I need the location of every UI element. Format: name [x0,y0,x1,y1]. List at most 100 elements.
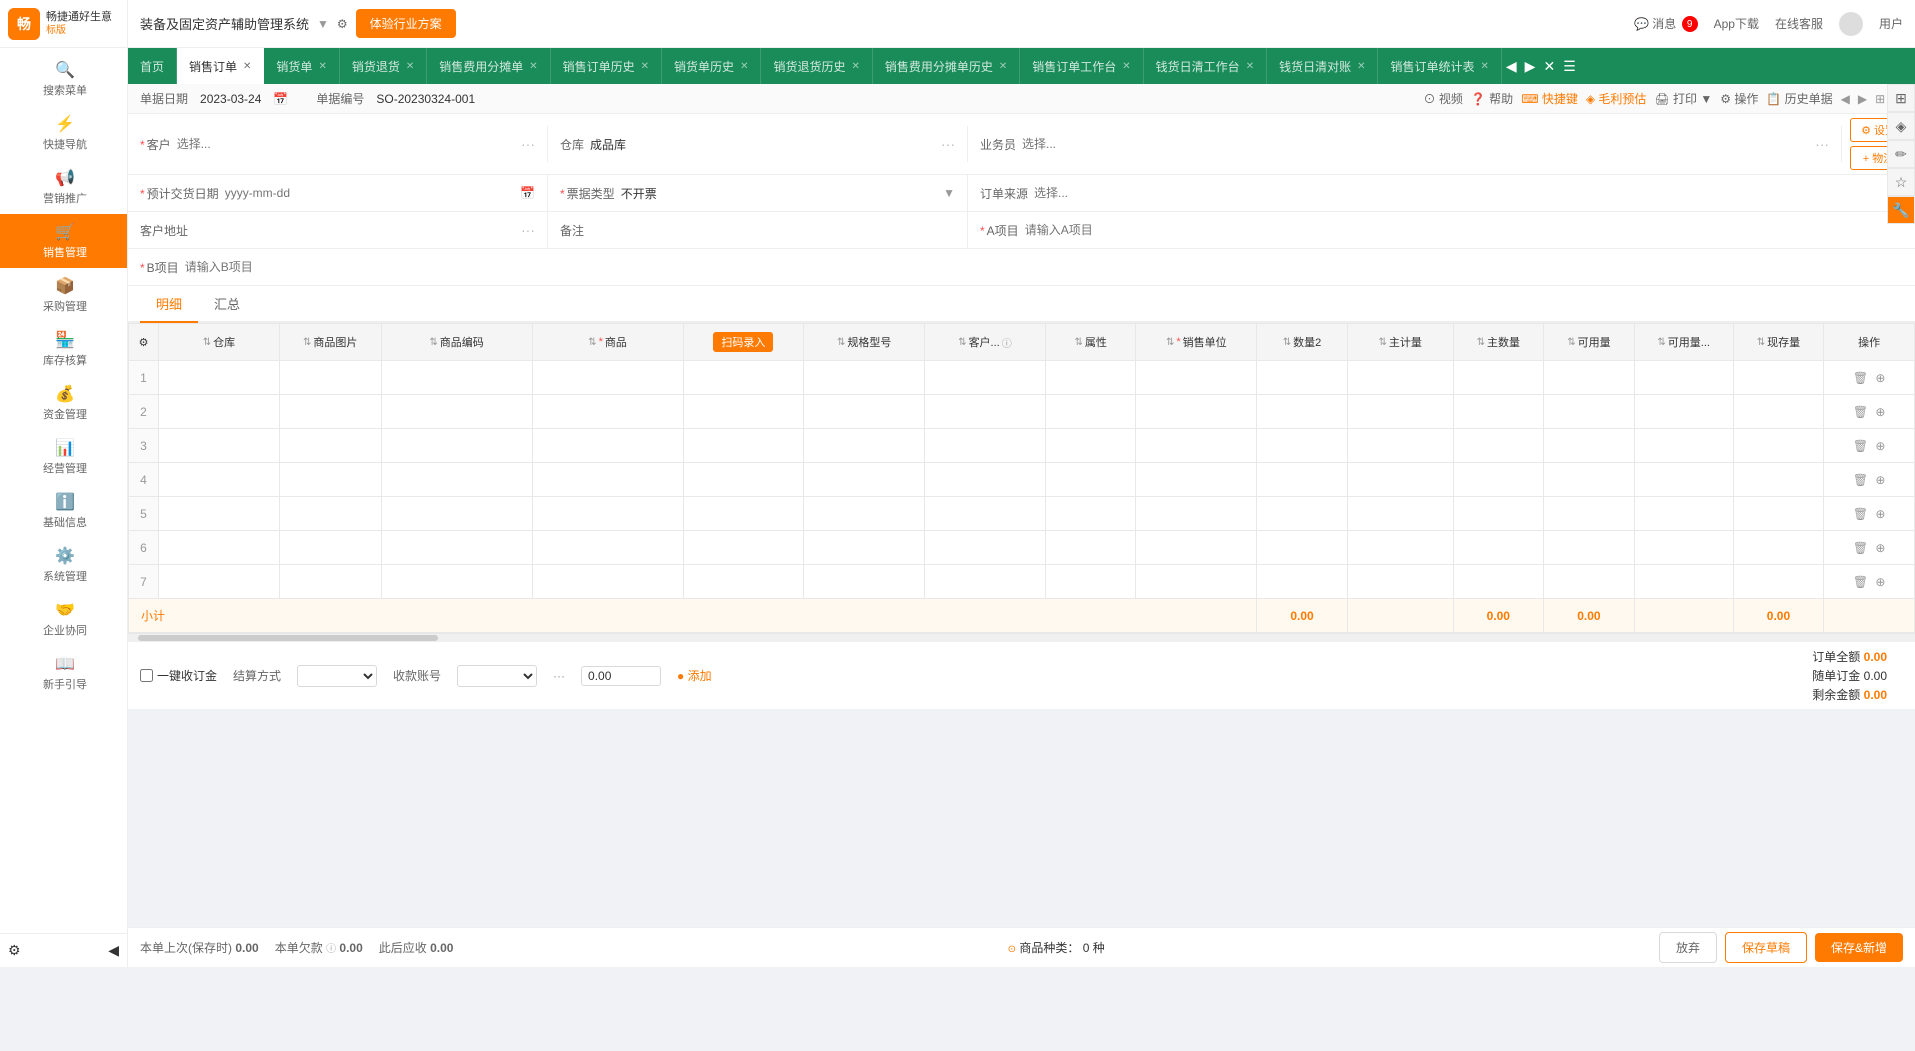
operations-btn[interactable]: ⚙ 操作 [1720,90,1758,107]
grid-view-btn[interactable]: ⊞ [1875,92,1885,106]
delete-icon[interactable]: 🗑 [1853,541,1868,555]
tab-prev-btn[interactable]: ◀ [1502,58,1521,75]
tab-sales-order[interactable]: 销售订单 ✕ [177,48,264,84]
profit-btn[interactable]: ◈ 毛利预估 [1586,90,1647,107]
th-gear[interactable]: ⚙ [129,324,159,361]
row-customer-code[interactable] [925,531,1046,565]
bank-account-select[interactable] [457,665,537,687]
row-qty2[interactable] [1257,531,1348,565]
sidebar-item-guide[interactable]: 📖 新手引导 [0,646,127,700]
salesperson-input[interactable] [1022,137,1815,151]
row-attr[interactable] [1045,565,1136,599]
row-unit[interactable] [1136,497,1257,531]
row-attr[interactable] [1045,497,1136,531]
sidebar-item-quick[interactable]: ⚡ 快捷导航 [0,106,127,160]
row-code[interactable] [381,395,532,429]
quick-tool-2[interactable]: ◈ [1887,112,1915,140]
delete-icon[interactable]: 🗑 [1853,473,1868,487]
row-warehouse[interactable] [159,497,280,531]
add-payment-btn[interactable]: ● 添加 [677,667,712,684]
row-warehouse[interactable] [159,463,280,497]
dropdown-icon[interactable]: ▼ [317,17,329,31]
row-product[interactable] [532,395,683,429]
row-customer-code[interactable] [925,429,1046,463]
row-qty2[interactable] [1257,565,1348,599]
row-code[interactable] [381,361,532,395]
th-code[interactable]: ⇅ 商品编码 [381,324,532,361]
sidebar-item-search[interactable]: 🔍 搜索菜单 [0,52,127,106]
row-code[interactable] [381,565,532,599]
row-main-qty[interactable] [1453,395,1544,429]
row-spec[interactable] [804,361,925,395]
row-spec[interactable] [804,497,925,531]
row-attr[interactable] [1045,395,1136,429]
row-spec[interactable] [804,463,925,497]
b-project-input[interactable] [185,260,485,274]
sidebar-item-system[interactable]: ⚙️ 系统管理 [0,538,127,592]
order-source-input[interactable] [1034,186,1903,200]
industry-solution-button[interactable]: 体验行业方案 [356,9,456,38]
row-customer-code[interactable] [925,463,1046,497]
quick-tool-1[interactable]: ⊞ [1887,84,1915,112]
copy-icon[interactable]: ⊕ [1875,371,1885,385]
app-download-link[interactable]: App下载 [1714,15,1759,32]
tab-sales-order-history[interactable]: 销售订单历史 ✕ [551,48,662,84]
row-qty2[interactable] [1257,463,1348,497]
th-product[interactable]: ⇅ *商品 [532,324,683,361]
close-icon[interactable]: ✕ [1481,61,1489,72]
sidebar-item-inventory[interactable]: 🏪 库存核算 [0,322,127,376]
shortcut-btn[interactable]: ⌨ 快捷键 [1521,90,1578,107]
remark-input[interactable] [590,223,955,237]
th-spec[interactable]: ⇅ 规格型号 [804,324,925,361]
sidebar-item-enterprise[interactable]: 🤝 企业协同 [0,592,127,646]
copy-icon[interactable]: ⊕ [1875,405,1885,419]
tab-statistics[interactable]: 销售订单统计表 ✕ [1378,48,1501,84]
tab-daily-reconcile[interactable]: 钱货日清对账 ✕ [1267,48,1378,84]
row-warehouse[interactable] [159,565,280,599]
copy-icon[interactable]: ⊕ [1875,439,1885,453]
copy-icon[interactable]: ⊕ [1875,473,1885,487]
row-warehouse[interactable] [159,361,280,395]
delivery-date-input[interactable] [225,186,516,200]
row-attr[interactable] [1045,429,1136,463]
close-icon[interactable]: ✕ [406,61,414,72]
th-qty2[interactable]: ⇅ 数量2 [1257,324,1348,361]
discard-button[interactable]: 放弃 [1659,932,1717,963]
scan-btn[interactable]: 扫码录入 [713,332,773,352]
delete-icon[interactable]: 🗑 [1853,507,1868,521]
row-code[interactable] [381,429,532,463]
close-icon[interactable]: ✕ [999,61,1007,72]
row-customer-code[interactable] [925,361,1046,395]
tab-summary[interactable]: 汇总 [198,286,256,323]
row-customer-code[interactable] [925,497,1046,531]
username-label[interactable]: 用户 [1879,15,1903,32]
tab-return-history[interactable]: 销货退货历史 ✕ [761,48,872,84]
tab-sales-return[interactable]: 销货退货 ✕ [340,48,427,84]
th-image[interactable]: ⇅ 商品图片 [279,324,381,361]
row-main-qty[interactable] [1453,497,1544,531]
tab-close-all-btn[interactable]: ✕ [1539,58,1559,75]
row-attr[interactable] [1045,531,1136,565]
tab-home[interactable]: 首页 [128,48,177,84]
history-btn[interactable]: 📋 历史单据 [1766,90,1832,107]
tab-workbench[interactable]: 销售订单工作台 ✕ [1020,48,1143,84]
quick-tool-4[interactable]: ☆ [1887,168,1915,196]
save-new-button[interactable]: 保存&新增 [1815,933,1903,962]
row-product[interactable] [532,361,683,395]
quick-tool-3[interactable]: ✏ [1887,140,1915,168]
tab-fee-history[interactable]: 销售费用分摊单历史 ✕ [873,48,1020,84]
dots-icon[interactable]: ··· [553,669,565,683]
row-attr[interactable] [1045,463,1136,497]
th-main-qty[interactable]: ⇅ 主数量 [1453,324,1544,361]
row-qty2[interactable] [1257,497,1348,531]
row-product[interactable] [532,531,683,565]
row-code[interactable] [381,531,532,565]
row-unit[interactable] [1136,395,1257,429]
scrollbar-thumb[interactable] [138,635,438,641]
close-icon[interactable]: ✕ [740,61,748,72]
customer-address-dots[interactable]: ··· [521,222,535,238]
tab-sales-goods[interactable]: 销货单 ✕ [264,48,339,84]
calendar-icon[interactable]: 📅 [273,92,288,106]
sidebar-item-finance[interactable]: 💰 资金管理 [0,376,127,430]
row-main-qty[interactable] [1453,361,1544,395]
